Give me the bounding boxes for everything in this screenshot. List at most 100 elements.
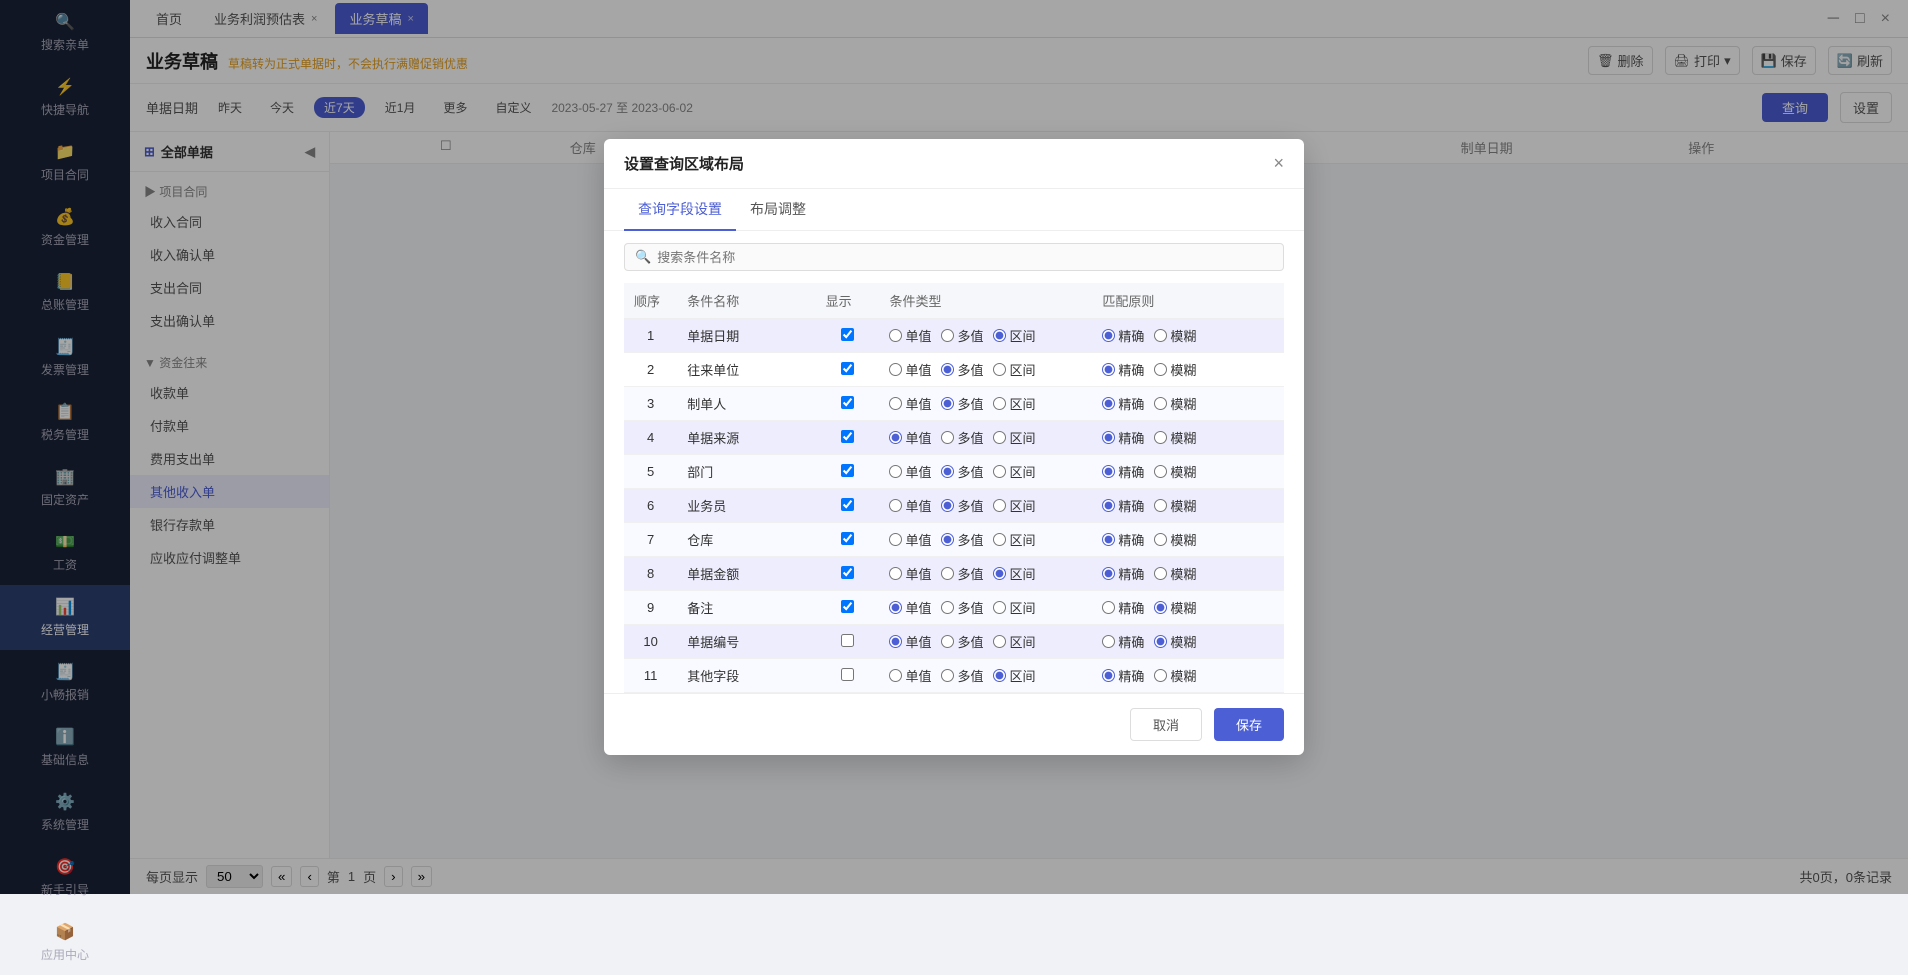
radio-type-range[interactable]: 区间 [993,666,1035,685]
radio-type-single[interactable]: 单值 [889,326,931,345]
radio-type-multiple[interactable]: 多值 [941,360,983,379]
cell-condition-type[interactable]: 单值多值区间 [879,659,1092,693]
cell-show[interactable] [816,319,880,353]
cell-match-rule[interactable]: 精确模糊 [1092,523,1284,557]
radio-match-fuzzy[interactable]: 模糊 [1154,564,1196,583]
cell-match-rule[interactable]: 精确模糊 [1092,659,1284,693]
radio-match-exact[interactable]: 精确 [1102,666,1144,685]
radio-match-exact[interactable]: 精确 [1102,496,1144,515]
cell-show[interactable] [816,455,880,489]
cell-condition-type[interactable]: 单值多值区间 [879,523,1092,557]
cell-match-rule[interactable]: 精确模糊 [1092,353,1284,387]
cell-show[interactable] [816,591,880,625]
radio-match-fuzzy[interactable]: 模糊 [1154,598,1196,617]
radio-match-exact[interactable]: 精确 [1102,462,1144,481]
cell-match-rule[interactable]: 精确模糊 [1092,625,1284,659]
show-checkbox[interactable] [841,328,854,341]
radio-type-multiple[interactable]: 多值 [941,632,983,651]
dialog-tab-layout[interactable]: 布局调整 [736,189,820,231]
radio-type-range[interactable]: 区间 [993,428,1035,447]
radio-match-fuzzy[interactable]: 模糊 [1154,666,1196,685]
radio-match-exact[interactable]: 精确 [1102,564,1144,583]
radio-type-single[interactable]: 单值 [889,564,931,583]
cell-condition-type[interactable]: 单值多值区间 [879,421,1092,455]
cell-match-rule[interactable]: 精确模糊 [1092,489,1284,523]
cell-match-rule[interactable]: 精确模糊 [1092,421,1284,455]
show-checkbox[interactable] [841,634,854,647]
radio-type-range[interactable]: 区间 [993,632,1035,651]
radio-type-single[interactable]: 单值 [889,530,931,549]
show-checkbox[interactable] [841,532,854,545]
radio-type-range[interactable]: 区间 [993,496,1035,515]
radio-type-single[interactable]: 单值 [889,632,931,651]
radio-match-exact[interactable]: 精确 [1102,428,1144,447]
radio-match-fuzzy[interactable]: 模糊 [1154,462,1196,481]
cell-show[interactable] [816,489,880,523]
cell-show[interactable] [816,387,880,421]
cell-show[interactable] [816,659,880,693]
cell-condition-type[interactable]: 单值多值区间 [879,557,1092,591]
radio-match-exact[interactable]: 精确 [1102,326,1144,345]
cell-show[interactable] [816,421,880,455]
show-checkbox[interactable] [841,566,854,579]
radio-type-range[interactable]: 区间 [993,564,1035,583]
radio-type-multiple[interactable]: 多值 [941,496,983,515]
cell-condition-type[interactable]: 单值多值区间 [879,319,1092,353]
cell-condition-type[interactable]: 单值多值区间 [879,489,1092,523]
cell-condition-type[interactable]: 单值多值区间 [879,387,1092,421]
radio-type-single[interactable]: 单值 [889,496,931,515]
radio-match-fuzzy[interactable]: 模糊 [1154,632,1196,651]
cell-condition-type[interactable]: 单值多值区间 [879,591,1092,625]
cell-show[interactable] [816,625,880,659]
radio-match-exact[interactable]: 精确 [1102,598,1144,617]
radio-type-single[interactable]: 单值 [889,666,931,685]
radio-type-multiple[interactable]: 多值 [941,598,983,617]
show-checkbox[interactable] [841,396,854,409]
radio-match-fuzzy[interactable]: 模糊 [1154,496,1196,515]
radio-match-exact[interactable]: 精确 [1102,360,1144,379]
show-checkbox[interactable] [841,430,854,443]
radio-match-exact[interactable]: 精确 [1102,530,1144,549]
radio-type-range[interactable]: 区间 [993,530,1035,549]
cell-show[interactable] [816,523,880,557]
radio-type-multiple[interactable]: 多值 [941,462,983,481]
radio-match-exact[interactable]: 精确 [1102,632,1144,651]
cell-show[interactable] [816,353,880,387]
cell-condition-type[interactable]: 单值多值区间 [879,353,1092,387]
cell-show[interactable] [816,557,880,591]
radio-match-fuzzy[interactable]: 模糊 [1154,360,1196,379]
radio-type-range[interactable]: 区间 [993,394,1035,413]
cancel-button[interactable]: 取消 [1130,708,1202,741]
cell-match-rule[interactable]: 精确模糊 [1092,591,1284,625]
radio-type-multiple[interactable]: 多值 [941,530,983,549]
radio-type-multiple[interactable]: 多值 [941,326,983,345]
show-checkbox[interactable] [841,668,854,681]
radio-match-fuzzy[interactable]: 模糊 [1154,530,1196,549]
cell-match-rule[interactable]: 精确模糊 [1092,319,1284,353]
radio-match-fuzzy[interactable]: 模糊 [1154,394,1196,413]
cell-match-rule[interactable]: 精确模糊 [1092,387,1284,421]
radio-type-range[interactable]: 区间 [993,360,1035,379]
cell-condition-type[interactable]: 单值多值区间 [879,455,1092,489]
radio-match-fuzzy[interactable]: 模糊 [1154,326,1196,345]
radio-type-multiple[interactable]: 多值 [941,428,983,447]
sidebar-item-apps[interactable]: 📦 应用中心 [0,910,130,975]
show-checkbox[interactable] [841,600,854,613]
search-input[interactable] [657,250,857,265]
radio-type-range[interactable]: 区间 [993,326,1035,345]
show-checkbox[interactable] [841,362,854,375]
show-checkbox[interactable] [841,464,854,477]
save-button[interactable]: 保存 [1214,708,1284,741]
dialog-close-button[interactable]: × [1273,153,1284,174]
show-checkbox[interactable] [841,498,854,511]
radio-type-multiple[interactable]: 多值 [941,666,983,685]
radio-match-fuzzy[interactable]: 模糊 [1154,428,1196,447]
cell-match-rule[interactable]: 精确模糊 [1092,557,1284,591]
radio-type-single[interactable]: 单值 [889,598,931,617]
radio-match-exact[interactable]: 精确 [1102,394,1144,413]
cell-condition-type[interactable]: 单值多值区间 [879,625,1092,659]
dialog-tab-field-settings[interactable]: 查询字段设置 [624,189,736,231]
radio-type-range[interactable]: 区间 [993,462,1035,481]
radio-type-multiple[interactable]: 多值 [941,394,983,413]
radio-type-range[interactable]: 区间 [993,598,1035,617]
